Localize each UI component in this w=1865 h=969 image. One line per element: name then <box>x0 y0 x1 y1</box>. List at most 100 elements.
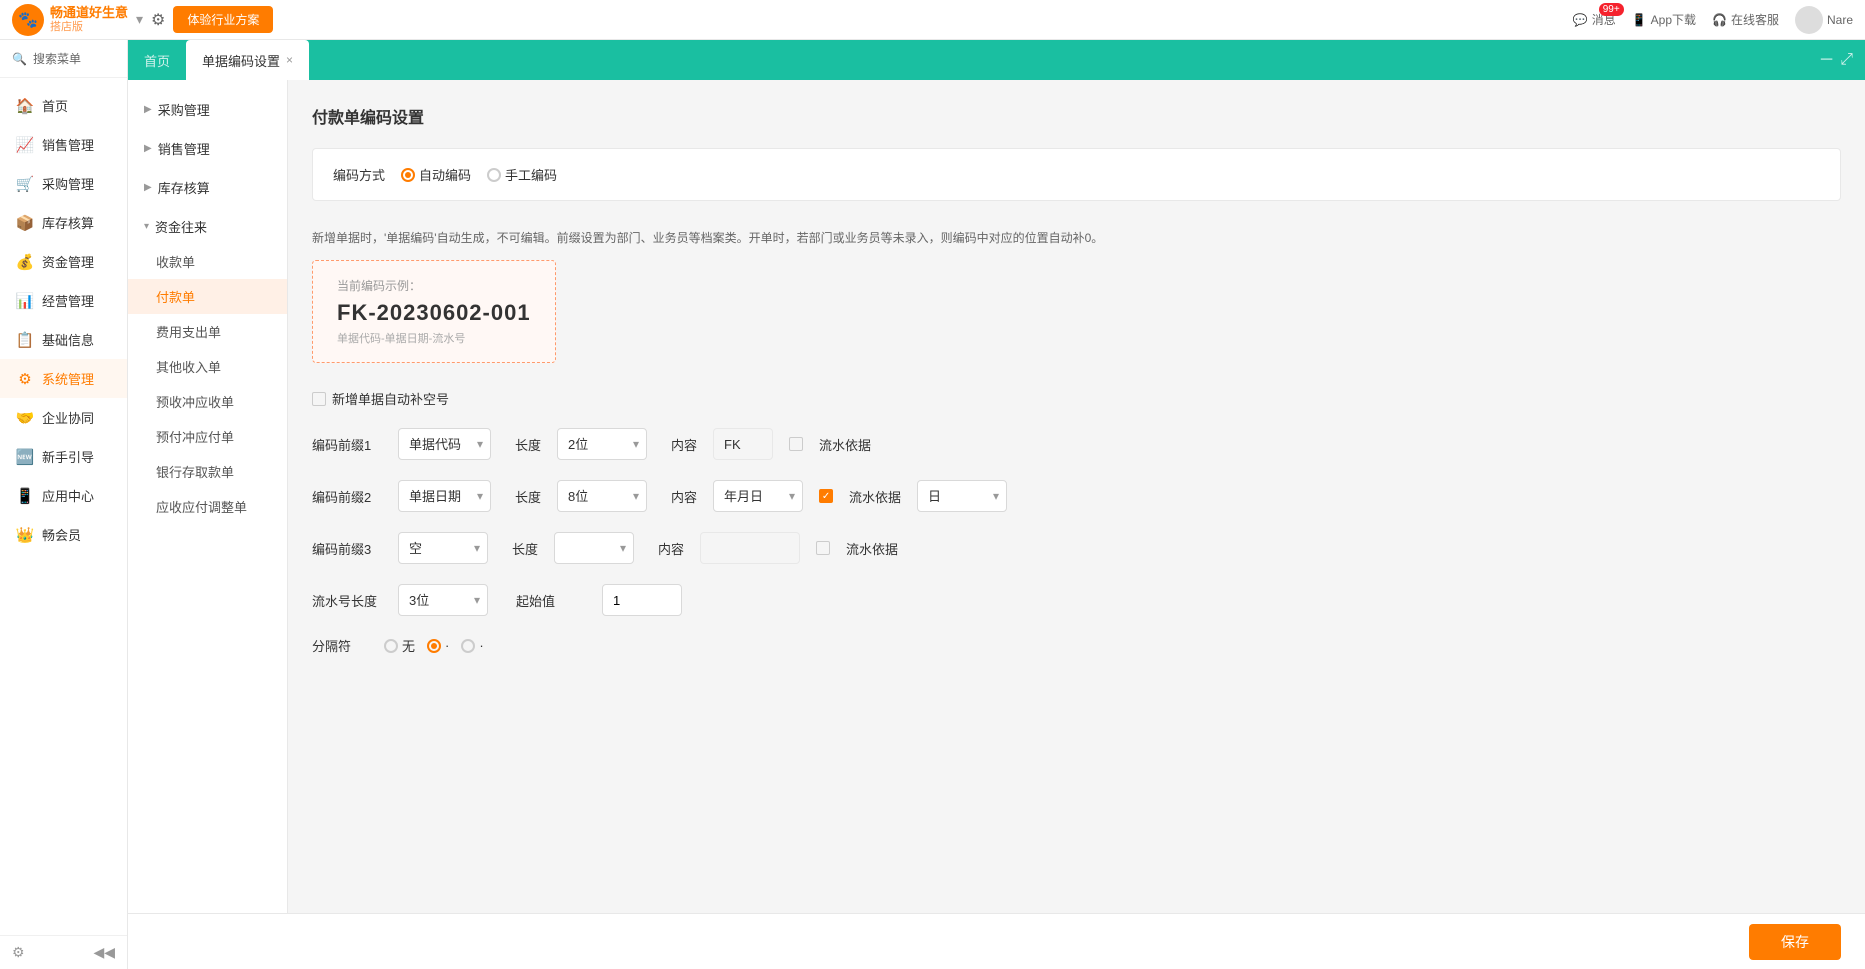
inventory-icon: 📦 <box>16 214 34 232</box>
vip-icon: 👑 <box>16 526 34 544</box>
sub-sidebar-header-capital[interactable]: ▾ 资金往来 <box>128 209 287 244</box>
app-download-btn[interactable]: 📱 App下载 <box>1632 11 1696 28</box>
top-bar-controls: ▾ ⚙ 体验行业方案 <box>136 6 273 33</box>
save-button[interactable]: 保存 <box>1749 924 1841 960</box>
prefix2-unit-select-wrapper: 日 <box>917 480 1007 512</box>
experience-btn[interactable]: 体验行业方案 <box>173 6 273 33</box>
separator-dot2-radio[interactable]: · <box>461 638 483 653</box>
sub-sidebar-item-payment[interactable]: 付款单 <box>128 279 287 314</box>
sidebar-search[interactable]: 🔍 搜索菜单 <box>0 40 127 78</box>
sidebar-item-system[interactable]: ⚙ 系统管理 <box>0 359 127 398</box>
logo: 🐾 畅通道好生意 搭店版 <box>12 4 128 36</box>
settings-row-2: 编码前缀2 单据日期 长度 8位 内容 <box>312 470 1841 522</box>
info-text: 新增单据时，'单据编码'自动生成，不可编辑。前缀设置为部门、业务员等档案类。开单… <box>312 217 1841 260</box>
prefix2-stream-checkbox[interactable]: ✓ <box>819 489 833 503</box>
sidebar-item-home[interactable]: 🏠 首页 <box>0 86 127 125</box>
prefix1-content-label: 内容 <box>671 435 697 454</box>
prefix2-length-select[interactable]: 8位 <box>557 480 647 512</box>
prefix2-content-select[interactable]: 年月日 <box>713 480 803 512</box>
sidebar-item-inventory[interactable]: 📦 库存核算 <box>0 203 127 242</box>
user-profile[interactable]: Nare <box>1795 6 1853 34</box>
prefix2-select[interactable]: 单据日期 <box>398 480 491 512</box>
bottom-collapse-icon[interactable]: ◀◀ <box>93 944 115 961</box>
sub-sidebar-group-sales: ▶ 销售管理 <box>128 131 287 166</box>
logo-text: 畅通道好生意 搭店版 <box>50 5 128 34</box>
sub-sidebar-item-expense[interactable]: 费用支出单 <box>128 314 287 349</box>
online-service-btn[interactable]: 🎧 在线客服 <box>1712 11 1779 28</box>
sidebar-item-finance[interactable]: 💰 资金管理 <box>0 242 127 281</box>
prefix1-length-label: 长度 <box>515 435 541 454</box>
serial-length-select-wrapper: 3位 <box>398 584 488 616</box>
tab-home[interactable]: 首页 <box>128 40 186 80</box>
start-value-input[interactable] <box>602 584 682 616</box>
message-btn[interactable]: 💬 消息 99+ <box>1573 11 1616 28</box>
sidebar-item-sales[interactable]: 📈 销售管理 <box>0 125 127 164</box>
finance-icon: 💰 <box>16 253 34 271</box>
preview-label: 当前编码示例： <box>337 277 531 294</box>
sub-sidebar-group-purchase: ▶ 采购管理 <box>128 92 287 127</box>
top-bar-left: 🐾 畅通道好生意 搭店版 ▾ ⚙ 体验行业方案 <box>12 4 273 36</box>
sub-sidebar-header-inventory[interactable]: ▶ 库存核算 <box>128 170 287 205</box>
prefix3-length-label: 长度 <box>512 539 538 558</box>
prefix2-select-wrapper: 单据日期 <box>398 480 491 512</box>
manual-encode-radio[interactable]: 手工编码 <box>487 165 557 184</box>
sub-sidebar-group-capital: ▾ 资金往来 收款单 付款单 费用支出单 其他收入单 <box>128 209 287 524</box>
nav-dropdown-arrow[interactable]: ▾ <box>136 11 143 28</box>
prefix1-length-select[interactable]: 2位 <box>557 428 647 460</box>
separator-label: 分隔符 <box>312 636 372 655</box>
prefix3-select-wrapper: 空 <box>398 532 488 564</box>
prefix1-label: 编码前缀1 <box>312 435 382 454</box>
serial-length-select[interactable]: 3位 <box>398 584 488 616</box>
tab-bar-right: ─ ⤢ <box>1821 51 1865 69</box>
bottom-settings-icon[interactable]: ⚙ <box>12 944 25 961</box>
prefix3-select[interactable]: 空 <box>398 532 488 564</box>
prefix2-length-label: 长度 <box>515 487 541 506</box>
purchase-icon: 🛒 <box>16 175 34 193</box>
sidebar-item-purchase[interactable]: 🛒 采购管理 <box>0 164 127 203</box>
sub-sidebar-item-bank[interactable]: 银行存取款单 <box>128 454 287 489</box>
separator-dot2-circle <box>461 639 475 653</box>
service-icon: 🎧 <box>1712 13 1727 27</box>
tab-expand-btn[interactable]: ⤢ <box>1840 51 1853 69</box>
sidebar-item-vip[interactable]: 👑 畅会员 <box>0 515 127 554</box>
prefix1-select[interactable]: 单据代码 <box>398 428 491 460</box>
chevron-right-icon: ▶ <box>144 182 152 193</box>
sub-sidebar-item-prepay-receivable[interactable]: 预收冲应收单 <box>128 384 287 419</box>
sidebar-item-guide[interactable]: 🆕 新手引导 <box>0 437 127 476</box>
sidebar-item-enterprise[interactable]: 🤝 企业协同 <box>0 398 127 437</box>
prefix3-content-label: 内容 <box>658 539 684 558</box>
sidebar-item-management[interactable]: 📊 经营管理 <box>0 281 127 320</box>
sub-sidebar-item-prepay-payable[interactable]: 预付冲应付单 <box>128 419 287 454</box>
separator-none-radio[interactable]: 无 <box>384 636 415 655</box>
right-section: 首页 单据编码设置 × ─ ⤢ ▶ 采购管理 <box>128 40 1865 969</box>
page-title: 付款单编码设置 <box>312 104 1841 128</box>
settings-icon[interactable]: ⚙ <box>151 10 165 30</box>
auto-encode-radio[interactable]: 自动编码 <box>401 165 471 184</box>
main-content: 付款单编码设置 编码方式 自动编码 <box>288 80 1865 913</box>
radio-group: 自动编码 手工编码 <box>401 165 557 184</box>
prefix3-stream-label: 流水依据 <box>846 539 898 558</box>
preview-desc: 单据代码-单据日期-流水号 <box>337 330 531 346</box>
tab-encode-settings[interactable]: 单据编码设置 × <box>186 40 309 80</box>
prefix2-unit-select[interactable]: 日 <box>917 480 1007 512</box>
tab-close-icon[interactable]: × <box>286 53 293 67</box>
tab-minimize-btn[interactable]: ─ <box>1821 51 1832 69</box>
sub-sidebar-header-sales[interactable]: ▶ 销售管理 <box>128 131 287 166</box>
prefix1-stream-checkbox[interactable] <box>789 437 803 451</box>
prefix3-length-select[interactable] <box>554 532 634 564</box>
prefix1-stream-label: 流水依据 <box>819 435 871 454</box>
sub-sidebar-item-receipt[interactable]: 收款单 <box>128 244 287 279</box>
sidebar-item-base-info[interactable]: 📋 基础信息 <box>0 320 127 359</box>
manual-encode-circle <box>487 168 501 182</box>
prefix3-stream-checkbox[interactable] <box>816 541 830 555</box>
separator-dot-radio[interactable]: · <box>427 638 449 653</box>
radio-dot-2 <box>431 643 437 649</box>
auto-fill-checkbox[interactable] <box>312 392 326 406</box>
sub-sidebar-header-purchase[interactable]: ▶ 采购管理 <box>128 92 287 127</box>
sub-sidebar-item-other-income[interactable]: 其他收入单 <box>128 349 287 384</box>
sidebar-bottom: ⚙ ◀◀ <box>0 935 127 969</box>
prefix3-content-value <box>700 532 800 564</box>
sidebar-item-app-center[interactable]: 📱 应用中心 <box>0 476 127 515</box>
bottom-bar: 保存 <box>128 913 1865 969</box>
sub-sidebar-item-ap-adjust[interactable]: 应收应付调整单 <box>128 489 287 524</box>
